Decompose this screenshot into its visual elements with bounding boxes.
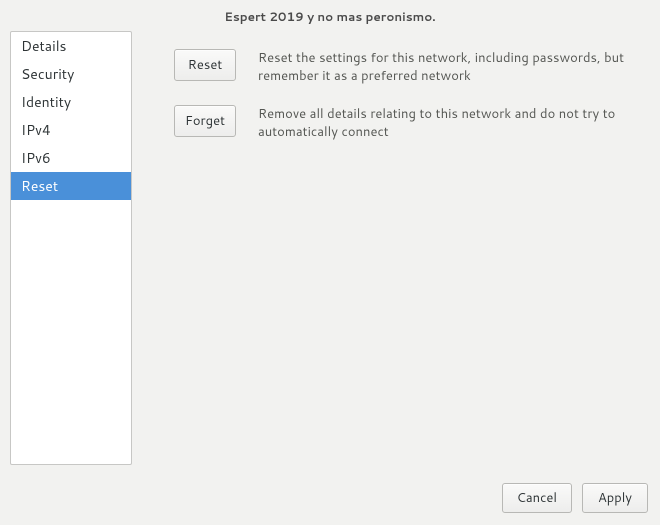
- sidebar-item-label: Security: [21, 64, 74, 84]
- sidebar-item-ipv6[interactable]: IPv6: [11, 144, 131, 172]
- sidebar-item-reset[interactable]: Reset: [11, 172, 131, 200]
- reset-button[interactable]: Reset: [174, 49, 236, 81]
- cancel-button[interactable]: Cancel: [502, 483, 572, 513]
- sidebar-item-label: IPv6: [21, 148, 51, 168]
- main-panel: Reset Reset the settings for this networ…: [144, 31, 650, 465]
- reset-description: Reset the settings for this network, inc…: [258, 49, 640, 85]
- forget-description: Remove all details relating to this netw…: [258, 105, 640, 141]
- sidebar-item-security[interactable]: Security: [11, 60, 131, 88]
- sidebar-item-ipv4[interactable]: IPv4: [11, 116, 131, 144]
- dialog-title: Espert 2019 y no mas peronismo.: [0, 0, 660, 31]
- forget-button[interactable]: Forget: [174, 105, 236, 137]
- sidebar: Details Security Identity IPv4 IPv6 Rese…: [10, 31, 132, 465]
- apply-button[interactable]: Apply: [582, 483, 648, 513]
- sidebar-item-label: Details: [21, 36, 67, 56]
- sidebar-item-details[interactable]: Details: [11, 32, 131, 60]
- forget-row: Forget Remove all details relating to th…: [174, 105, 640, 141]
- content-area: Details Security Identity IPv4 IPv6 Rese…: [0, 31, 660, 473]
- network-settings-dialog: Espert 2019 y no mas peronismo. Details …: [0, 0, 660, 525]
- dialog-footer: Cancel Apply: [0, 473, 660, 525]
- sidebar-item-identity[interactable]: Identity: [11, 88, 131, 116]
- reset-row: Reset Reset the settings for this networ…: [174, 49, 640, 85]
- sidebar-item-label: IPv4: [21, 120, 51, 140]
- sidebar-item-label: Identity: [21, 92, 71, 112]
- sidebar-item-label: Reset: [21, 176, 58, 196]
